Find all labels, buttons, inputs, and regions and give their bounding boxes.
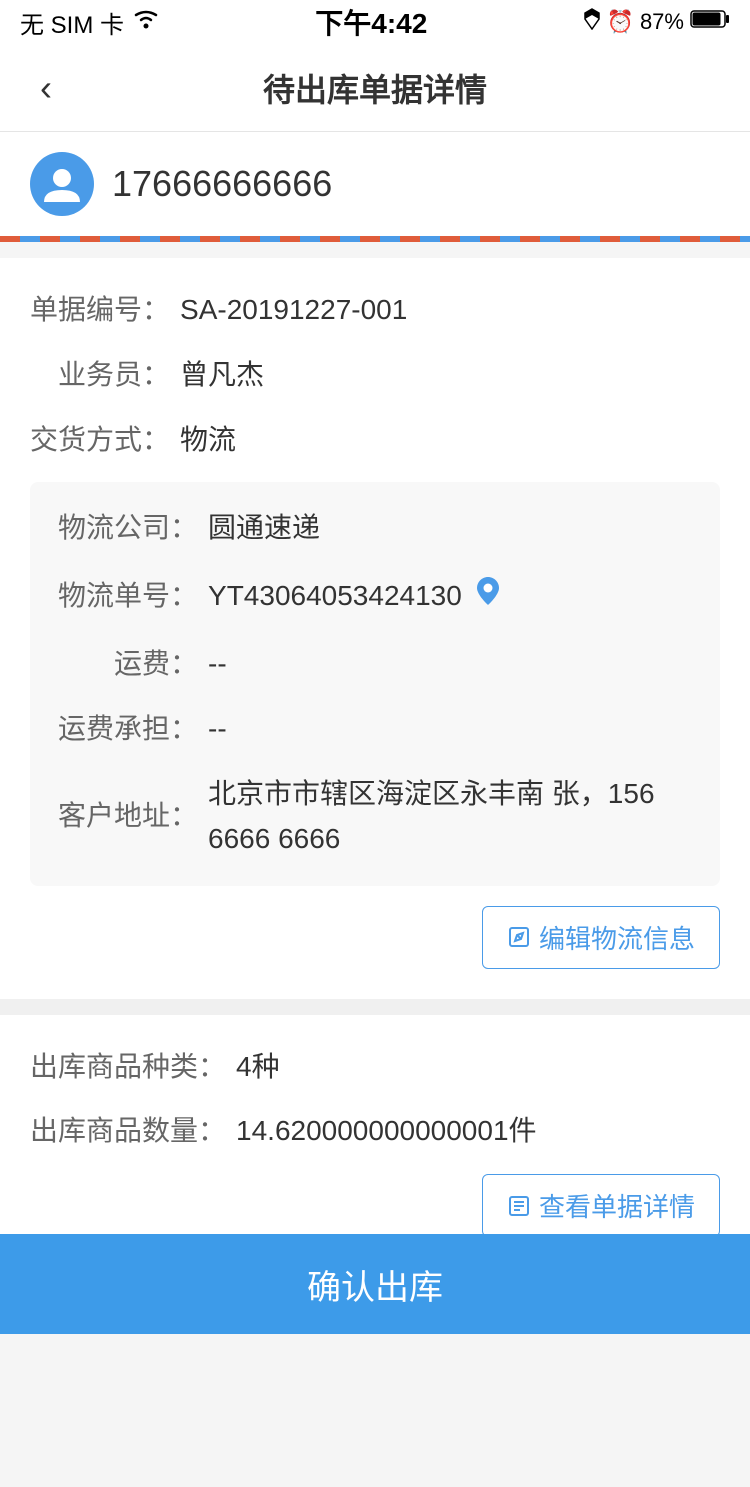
freight-row: 运费： -- <box>58 642 692 687</box>
confirm-button-label: 确认出库 <box>307 1260 443 1309</box>
location-status-icon <box>583 8 601 36</box>
basic-info-section: 单据编号： SA-20191227-001 业务员： 曾凡杰 交货方式： 物流 … <box>0 258 750 999</box>
freight-bearer-value: -- <box>208 707 692 752</box>
avatar <box>30 152 94 216</box>
document-number-row: 单据编号： SA-20191227-001 <box>30 288 720 333</box>
tracking-number-row: 物流单号： YT43064053424130 <box>58 571 692 622</box>
battery-text: 87% <box>640 9 684 35</box>
product-types-label: 出库商品种类： <box>30 1045 226 1090</box>
wifi-icon <box>132 8 160 36</box>
delivery-method-row: 交货方式： 物流 <box>30 418 720 463</box>
address-row: 客户地址： 北京市市辖区海淀区永丰南 张，156 6666 6666 <box>58 772 692 862</box>
freight-bearer-row: 运费承担： -- <box>58 707 692 752</box>
battery-icon <box>690 8 730 36</box>
alarm-icon: ⏰ <box>607 9 634 35</box>
logistics-company-label: 物流公司： <box>58 506 198 551</box>
sales-person-row: 业务员： 曾凡杰 <box>30 353 720 398</box>
freight-label: 运费： <box>58 642 198 687</box>
back-button[interactable]: ‹ <box>30 57 62 119</box>
edit-logistics-button[interactable]: 编辑物流信息 <box>482 906 720 969</box>
section-divider <box>0 999 750 1015</box>
edit-logistics-label: 编辑物流信息 <box>539 919 695 956</box>
confirm-bar[interactable]: 确认出库 <box>0 1234 750 1334</box>
product-quantity-row: 出库商品数量： 14.620000000000001件 <box>30 1109 720 1154</box>
logistics-box: 物流公司： 圆通速递 物流单号： YT43064053424130 运费： --… <box>30 482 720 885</box>
page-title: 待出库单据详情 <box>263 65 487 111</box>
product-types-row: 出库商品种类： 4种 <box>30 1045 720 1090</box>
status-bar: 无 SIM 卡 下午4:42 ⏰ 87% <box>0 0 750 44</box>
tracking-number-value: YT43064053424130 <box>208 571 692 622</box>
delivery-method-value: 物流 <box>180 418 720 463</box>
sim-text: 无 SIM 卡 <box>20 5 124 40</box>
customer-phone: 17666666666 <box>112 163 332 205</box>
view-detail-button[interactable]: 查看单据详情 <box>482 1174 720 1237</box>
status-time: 下午4:42 <box>315 2 427 42</box>
sales-person-value: 曾凡杰 <box>180 353 720 398</box>
location-icon[interactable] <box>474 571 502 622</box>
customer-header: 17666666666 <box>0 132 750 236</box>
document-number-value: SA-20191227-001 <box>180 288 720 333</box>
address-label: 客户地址： <box>58 794 198 839</box>
product-types-value: 4种 <box>236 1045 720 1090</box>
view-detail-container: 查看单据详情 <box>30 1174 720 1237</box>
dashed-divider <box>0 236 750 242</box>
product-info-section: 出库商品种类： 4种 出库商品数量： 14.620000000000001件 查… <box>0 1015 750 1268</box>
logistics-company-row: 物流公司： 圆通速递 <box>58 506 692 551</box>
product-quantity-value: 14.620000000000001件 <box>236 1109 720 1154</box>
delivery-method-label: 交货方式： <box>30 418 170 463</box>
product-quantity-label: 出库商品数量： <box>30 1109 226 1154</box>
edit-logistics-container: 编辑物流信息 <box>30 906 720 969</box>
tracking-number-label: 物流单号： <box>58 574 198 619</box>
nav-bar: ‹ 待出库单据详情 <box>0 44 750 132</box>
view-detail-label: 查看单据详情 <box>539 1187 695 1224</box>
freight-value: -- <box>208 642 692 687</box>
status-left: 无 SIM 卡 <box>20 5 160 40</box>
status-right: ⏰ 87% <box>583 8 730 36</box>
sales-person-label: 业务员： <box>30 353 170 398</box>
logistics-company-value: 圆通速递 <box>208 506 692 551</box>
document-number-label: 单据编号： <box>30 288 170 333</box>
freight-bearer-label: 运费承担： <box>58 707 198 752</box>
address-value: 北京市市辖区海淀区永丰南 张，156 6666 6666 <box>208 772 692 862</box>
